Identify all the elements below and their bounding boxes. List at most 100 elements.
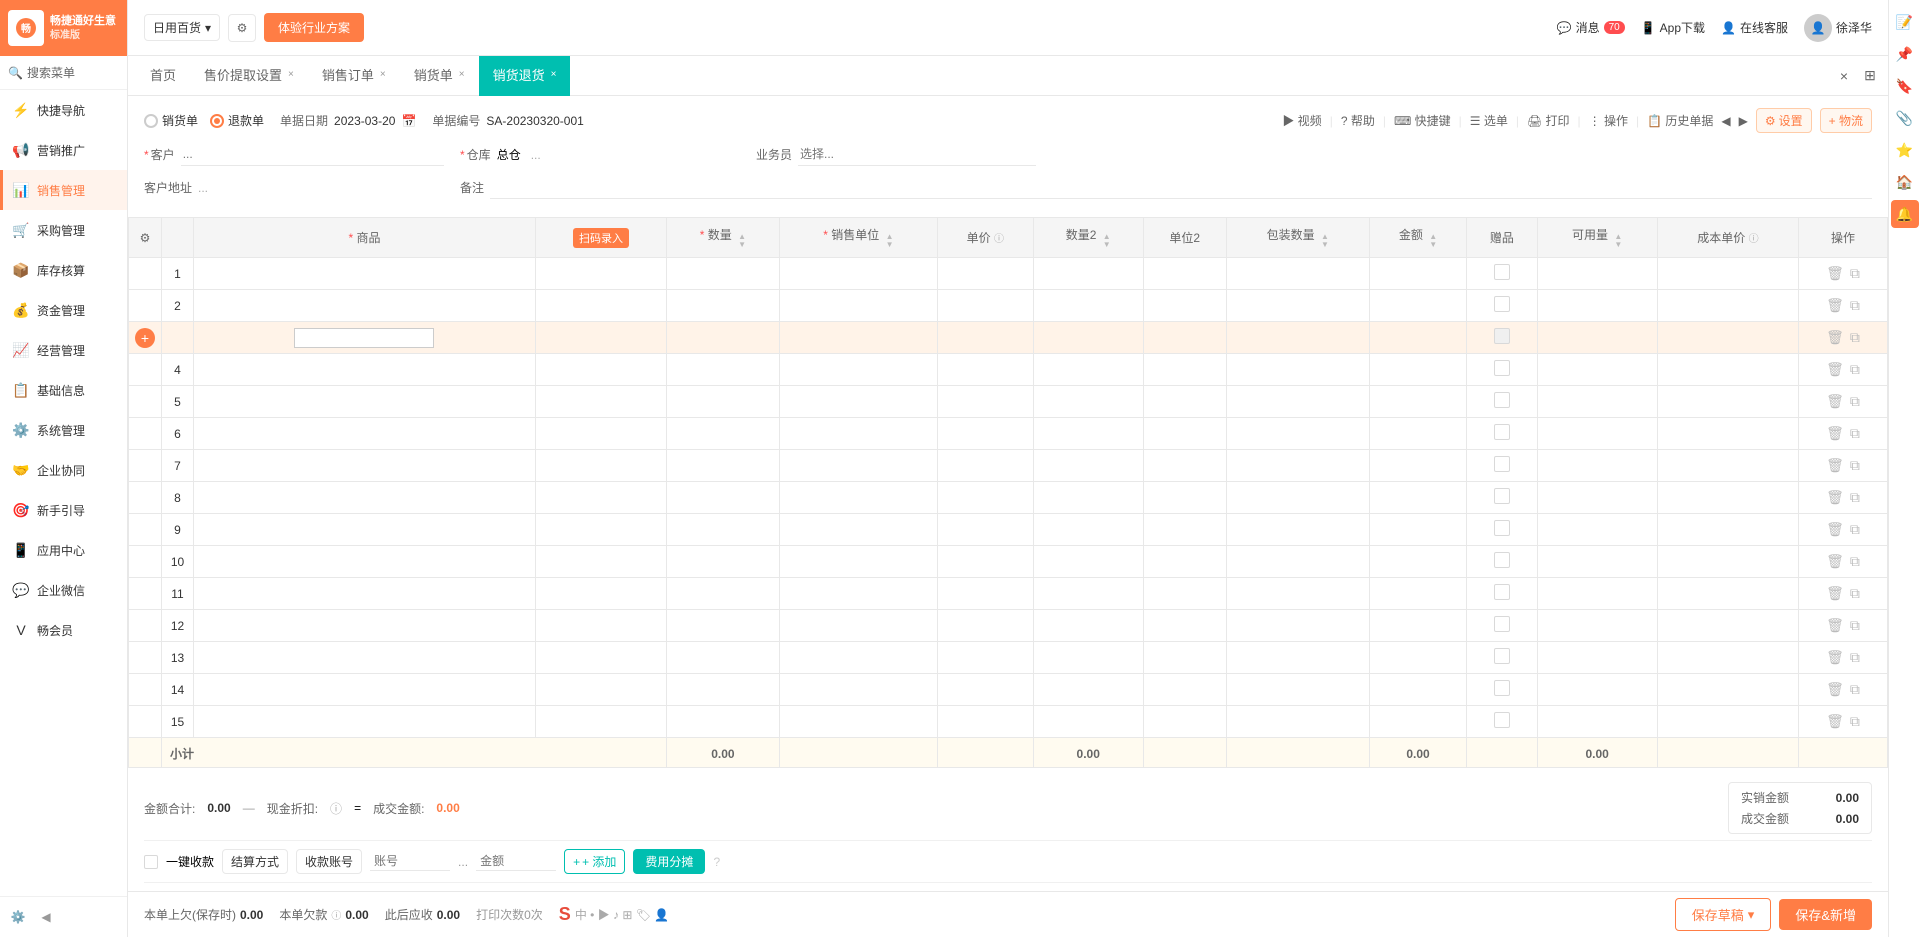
price-cell-1[interactable]	[937, 258, 1033, 290]
goods-input-3[interactable]	[294, 328, 434, 348]
del-6[interactable]: 🗑	[1826, 425, 1844, 442]
right-panel-bookmark[interactable]: 🔖	[1891, 72, 1919, 100]
qty-cell-2[interactable]	[667, 290, 780, 322]
tab-sales-delivery-close[interactable]: ×	[459, 69, 465, 80]
sales-unit-cell-3[interactable]	[779, 322, 937, 354]
sidebar-item-app-center[interactable]: 📱 应用中心	[0, 530, 127, 570]
history-btn[interactable]: 📋 历史单据	[1647, 112, 1713, 129]
unit2-cell-3[interactable]	[1143, 322, 1226, 354]
goods-cell-3[interactable]	[194, 322, 536, 354]
tab-sales-order[interactable]: 销售订单 ×	[308, 56, 400, 96]
gift-checkbox-8[interactable]	[1494, 488, 1510, 504]
sidebar-item-enterprise[interactable]: 🤝 企业协同	[0, 450, 127, 490]
sidebar-collapse-icon[interactable]: ◀	[36, 907, 56, 927]
topbar-settings-button[interactable]: ⚙	[228, 14, 256, 42]
tab-sales-return-close[interactable]: ×	[551, 69, 557, 80]
delete-row-3-icon[interactable]: 🗑	[1826, 329, 1844, 346]
copy-row-2-icon[interactable]: ⧉	[1850, 297, 1860, 314]
copy-6[interactable]: ⧉	[1850, 425, 1860, 442]
qty2-sort[interactable]: ▲▼	[1103, 233, 1111, 249]
right-panel-notes[interactable]: 📝	[1891, 8, 1919, 36]
sidebar-item-purchase[interactable]: 🛒 采购管理	[0, 210, 127, 250]
goods-cell-2[interactable]	[194, 290, 536, 322]
price-cell-2[interactable]	[937, 290, 1033, 322]
save-draft-btn[interactable]: 保存草稿 ▾	[1675, 898, 1772, 931]
staff-input[interactable]	[798, 143, 1036, 166]
del-9[interactable]: 🗑	[1826, 521, 1844, 538]
video-btn[interactable]: ▶ 视频	[1282, 112, 1321, 129]
sidebar-item-vip[interactable]: V 畅会员	[0, 610, 127, 650]
experience-btn[interactable]: 体验行业方案	[264, 13, 364, 42]
tab-price-settings-close[interactable]: ×	[288, 69, 294, 80]
gift-checkbox-4[interactable]	[1494, 360, 1510, 376]
del-4[interactable]: 🗑	[1826, 361, 1844, 378]
operation-btn[interactable]: ⋮ 操作	[1589, 112, 1628, 129]
del-15[interactable]: 🗑	[1826, 713, 1844, 730]
sidebar-search[interactable]: 🔍 搜索菜单	[0, 56, 127, 90]
qty2-cell-2[interactable]	[1033, 290, 1143, 322]
tab-home[interactable]: 首页	[136, 56, 190, 96]
pack-qty-cell-3[interactable]	[1226, 322, 1369, 354]
tab-sales-return[interactable]: 销货退货 ×	[479, 56, 571, 96]
th-settings[interactable]: ⚙	[129, 218, 162, 258]
del-12[interactable]: 🗑	[1826, 617, 1844, 634]
tab-sales-order-close[interactable]: ×	[380, 69, 386, 80]
del-8[interactable]: 🗑	[1826, 489, 1844, 506]
fees-help-icon[interactable]: ?	[713, 855, 720, 869]
account-input[interactable]	[370, 852, 450, 871]
avail-sort[interactable]: ▲▼	[1614, 233, 1622, 249]
copy-14[interactable]: ⧉	[1850, 681, 1860, 698]
right-panel-pin[interactable]: 📌	[1891, 40, 1919, 68]
qty-cell-3[interactable]	[667, 322, 780, 354]
right-panel-active[interactable]: 🔔	[1891, 200, 1919, 228]
category-select[interactable]: 日用百货 ▾	[144, 14, 220, 41]
copy-7[interactable]: ⧉	[1850, 457, 1860, 474]
copy-8[interactable]: ⧉	[1850, 489, 1860, 506]
del-11[interactable]: 🗑	[1826, 585, 1844, 602]
gift-checkbox-13[interactable]	[1494, 648, 1510, 664]
gift-checkbox-3[interactable]	[1494, 328, 1510, 344]
amount-input[interactable]	[476, 852, 556, 871]
qty-sort[interactable]: ▲▼	[738, 233, 746, 249]
account-label-btn[interactable]: 收款账号	[296, 849, 362, 874]
save-draft-arrow[interactable]: ▾	[1748, 907, 1755, 923]
row-add-btn-cell-3[interactable]: +	[129, 322, 162, 354]
scan-input-btn[interactable]: 扫码录入	[573, 228, 629, 248]
note-input[interactable]	[490, 176, 1872, 199]
gift-cell-1[interactable]	[1467, 258, 1537, 290]
delete-row-2-icon[interactable]: 🗑	[1826, 297, 1844, 314]
cash-discount-info-icon[interactable]: ⓘ	[330, 800, 342, 817]
gift-checkbox-14[interactable]	[1494, 680, 1510, 696]
online-service-btn[interactable]: 👤 在线客服	[1721, 19, 1788, 36]
sidebar-settings-icon[interactable]: ⚙️	[8, 907, 28, 927]
unit2-cell-1[interactable]	[1143, 258, 1226, 290]
gift-checkbox-7[interactable]	[1494, 456, 1510, 472]
messages-btn[interactable]: 💬 消息 70	[1557, 19, 1625, 36]
copy-10[interactable]: ⧉	[1850, 553, 1860, 570]
qty2-cell-1[interactable]	[1033, 258, 1143, 290]
tab-sales-delivery[interactable]: 销货单 ×	[400, 56, 479, 96]
del-5[interactable]: 🗑	[1826, 393, 1844, 410]
gift-checkbox-5[interactable]	[1494, 392, 1510, 408]
doc-type-radio-sales[interactable]: 销货单	[144, 112, 198, 129]
customer-input[interactable]	[181, 143, 444, 166]
unit2-cell-2[interactable]	[1143, 290, 1226, 322]
price-cell-3[interactable]	[937, 322, 1033, 354]
right-panel-home[interactable]: 🏠	[1891, 168, 1919, 196]
print-btn[interactable]: 🖨 打印	[1527, 112, 1570, 129]
price-info-icon[interactable]: ⓘ	[994, 234, 1004, 245]
gift-checkbox-1[interactable]	[1494, 264, 1510, 280]
pack-sort[interactable]: ▲▼	[1321, 233, 1329, 249]
add-logistics-btn[interactable]: + 物流	[1820, 108, 1872, 133]
copy-12[interactable]: ⧉	[1850, 617, 1860, 634]
calendar-icon[interactable]: 📅	[401, 114, 416, 128]
copy-row-3-icon[interactable]: ⧉	[1850, 329, 1860, 346]
select-btn[interactable]: ☰ 选单	[1470, 112, 1508, 129]
copy-13[interactable]: ⧉	[1850, 649, 1860, 666]
sidebar-item-basic-info[interactable]: 📋 基础信息	[0, 370, 127, 410]
save-new-btn[interactable]: 保存&新增	[1779, 899, 1872, 930]
sidebar-item-sales[interactable]: 📊 销售管理	[0, 170, 127, 210]
qty-cell-1[interactable]	[667, 258, 780, 290]
add-payment-btn[interactable]: + + 添加	[564, 849, 625, 874]
sidebar-item-marketing[interactable]: 📢 营销推广	[0, 130, 127, 170]
